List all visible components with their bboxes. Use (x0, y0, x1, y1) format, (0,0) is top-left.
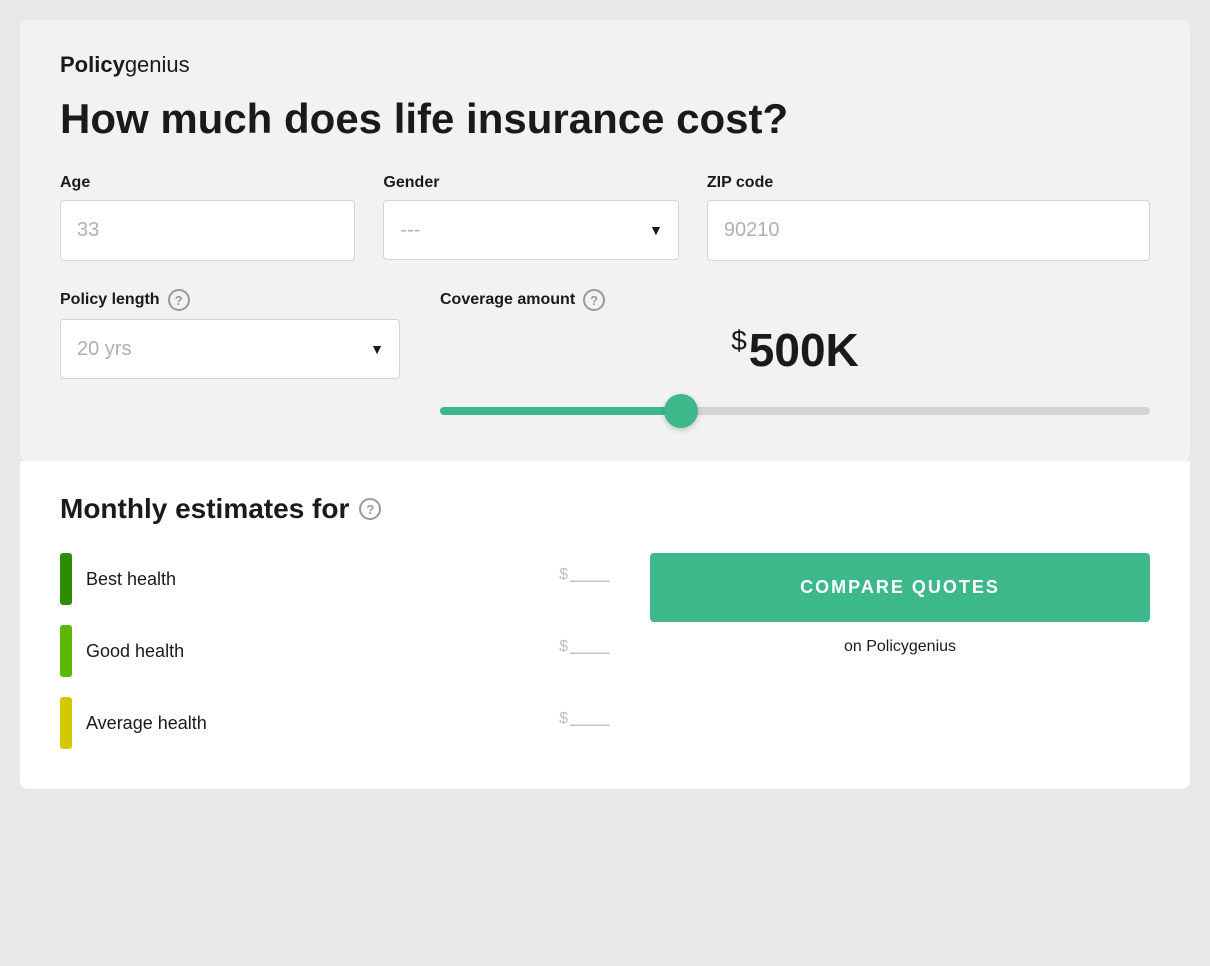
zip-group: ZIP code (707, 174, 1150, 261)
gender-group: Gender --- Male Female ▼ (383, 174, 678, 261)
coverage-label: Coverage amount (440, 291, 575, 309)
gender-label: Gender (383, 174, 678, 192)
form-row-top: Age Gender --- Male Female ▼ ZIP code (60, 174, 1150, 261)
policy-length-group: Policy length ? 10 yrs 15 yrs 20 yrs 25 … (60, 289, 400, 379)
estimates-body: Best health $—— Good health $—— Av (60, 553, 1150, 749)
logo-bold: Policy (60, 52, 125, 77)
best-health-price: $—— (559, 566, 610, 593)
coverage-amount-text: 500K (749, 324, 859, 376)
good-health-price: $—— (559, 638, 610, 665)
estimates-header: Monthly estimates for ? (60, 493, 1150, 525)
top-card: Policygenius How much does life insuranc… (20, 20, 1190, 461)
age-label: Age (60, 174, 355, 192)
health-item-good: Good health $—— (60, 625, 610, 677)
age-input[interactable] (60, 200, 355, 261)
logo-light: genius (125, 52, 190, 77)
best-health-dollar: $ (559, 566, 568, 583)
health-item-best: Best health $—— (60, 553, 610, 605)
bottom-section: Monthly estimates for ? Best health $—— … (20, 461, 1190, 789)
right-column: COMPARE QUOTES on Policygenius (650, 553, 1150, 656)
coverage-amount-group: Coverage amount ? $500K (440, 289, 1150, 425)
average-health-dollar: $ (559, 710, 568, 727)
gender-select[interactable]: --- Male Female (383, 200, 678, 260)
policy-length-select-wrapper: 10 yrs 15 yrs 20 yrs 25 yrs 30 yrs ▼ (60, 319, 400, 379)
best-health-color-bar (60, 553, 72, 605)
policy-length-select[interactable]: 10 yrs 15 yrs 20 yrs 25 yrs 30 yrs (60, 319, 400, 379)
main-title: How much does life insurance cost? (60, 96, 1150, 142)
outer-wrapper: Policygenius How much does life insuranc… (20, 20, 1190, 789)
coverage-help-icon[interactable]: ? (583, 289, 605, 311)
on-policygenius-text: on Policygenius (844, 638, 956, 656)
policy-length-label: Policy length (60, 291, 160, 309)
coverage-dollar-sign: $ (731, 325, 747, 356)
policy-length-label-row: Policy length ? (60, 289, 400, 311)
estimates-title: Monthly estimates for (60, 493, 349, 525)
zip-label: ZIP code (707, 174, 1150, 192)
logo: Policygenius (60, 52, 1150, 78)
good-health-dollar: $ (559, 638, 568, 655)
good-health-color-bar (60, 625, 72, 677)
best-health-label: Best health (86, 569, 545, 590)
average-health-color-bar (60, 697, 72, 749)
coverage-slider-container (440, 397, 1150, 425)
coverage-label-row: Coverage amount ? (440, 289, 1150, 311)
policy-length-help-icon[interactable]: ? (168, 289, 190, 311)
zip-input[interactable] (707, 200, 1150, 261)
average-health-label: Average health (86, 713, 545, 734)
good-health-label: Good health (86, 641, 545, 662)
health-item-average: Average health $—— (60, 697, 610, 749)
average-health-price: $—— (559, 710, 610, 737)
coverage-value-display: $500K (440, 323, 1150, 377)
form-row-bottom: Policy length ? 10 yrs 15 yrs 20 yrs 25 … (60, 289, 1150, 425)
estimates-help-icon[interactable]: ? (359, 498, 381, 520)
compare-quotes-button[interactable]: COMPARE QUOTES (650, 553, 1150, 622)
health-list: Best health $—— Good health $—— Av (60, 553, 610, 749)
age-group: Age (60, 174, 355, 261)
gender-select-wrapper: --- Male Female ▼ (383, 200, 678, 260)
